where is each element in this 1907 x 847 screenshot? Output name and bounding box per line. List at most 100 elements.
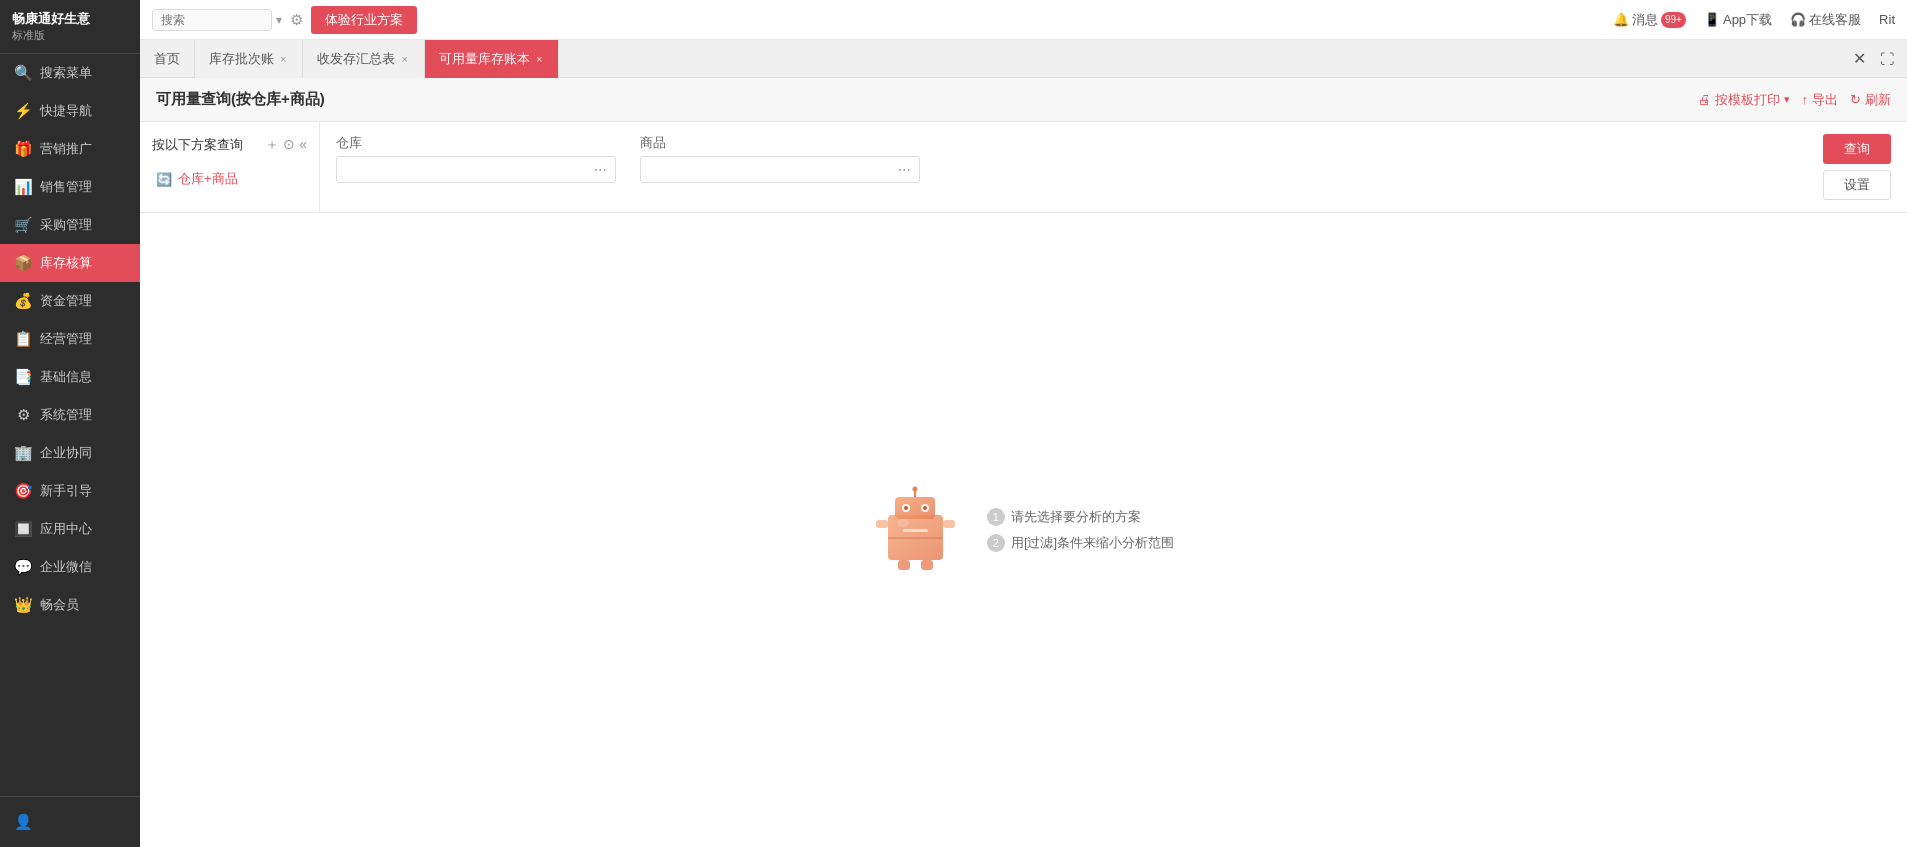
topbar: ▾ ⚙ 体验行业方案 🔔 消息 99+ 📱 App下载 🎧 在线客服 Rit (140, 0, 1907, 40)
tab-receive-summary[interactable]: 收发存汇总表 × (303, 40, 424, 78)
trial-button[interactable]: 体验行业方案 (311, 6, 417, 34)
collapse-icon[interactable]: « (299, 136, 307, 154)
query-fields: 仓库 ··· 商品 ··· (320, 122, 1807, 212)
svg-rect-9 (888, 537, 943, 539)
add-scheme-icon[interactable]: ＋ (265, 136, 279, 154)
topbar-online-service[interactable]: 🎧 在线客服 (1790, 11, 1861, 29)
main-area: ▾ ⚙ 体验行业方案 🔔 消息 99+ 📱 App下载 🎧 在线客服 Rit 首… (140, 0, 1907, 847)
topbar-app-download[interactable]: 📱 App下载 (1704, 11, 1772, 29)
user-icon: 👤 (14, 813, 32, 831)
svg-rect-12 (876, 520, 888, 528)
search-icon: 🔍 (14, 64, 32, 82)
sidebar-item-sales[interactable]: 📊 销售管理 (0, 168, 140, 206)
settings-button[interactable]: 设置 (1823, 170, 1891, 200)
sidebar-item-label: 系统管理 (40, 406, 92, 424)
crown-icon: 👑 (14, 596, 32, 614)
svg-rect-11 (921, 560, 933, 570)
tab-available-ledger[interactable]: 可用量库存账本 × (425, 40, 559, 78)
tab-close-icon[interactable]: × (534, 52, 544, 66)
svg-rect-13 (943, 520, 955, 528)
scheme-item-warehouse-product[interactable]: 🔄 仓库+商品 (140, 162, 319, 196)
sidebar-item-label: 畅会员 (40, 596, 79, 614)
sidebar-menu: 🔍 搜索菜单 ⚡ 快捷导航 🎁 营销推广 📊 销售管理 🛒 采购管理 📦 库存核… (0, 54, 140, 796)
sidebar-item-label: 企业协同 (40, 444, 92, 462)
sidebar-item-inventory[interactable]: 📦 库存核算 (0, 244, 140, 282)
tip-text-1: 请先选择要分析的方案 (1011, 508, 1141, 526)
sidebar-item-search[interactable]: 🔍 搜索菜单 (0, 54, 140, 92)
refresh-button[interactable]: ↻ 刷新 (1850, 91, 1891, 109)
warehouse-dots-icon[interactable]: ··· (586, 161, 615, 179)
topbar-search-input[interactable] (152, 9, 272, 31)
print-button[interactable]: 🖨 按模板打印 ▾ (1698, 91, 1790, 109)
topbar-gear-icon[interactable]: ⚙ (290, 11, 303, 29)
tabs-right-actions: ✕ ⛶ (1847, 47, 1907, 71)
svg-rect-8 (903, 529, 928, 532)
export-icon: ↑ (1802, 92, 1809, 107)
empty-state: 1 请先选择要分析的方案 2 用[过滤]条件来缩小分析范围 (140, 213, 1907, 847)
sidebar-item-system[interactable]: ⚙ 系统管理 (0, 396, 140, 434)
warehouse-input[interactable] (337, 157, 586, 182)
topbar-message[interactable]: 🔔 消息 99+ (1613, 11, 1686, 29)
sidebar-item-app-center[interactable]: 🔲 应用中心 (0, 510, 140, 548)
tab-close-icon[interactable]: × (278, 52, 288, 66)
sidebar-item-basic-info[interactable]: 📑 基础信息 (0, 358, 140, 396)
sidebar-item-label: 销售管理 (40, 178, 92, 196)
print-label: 按模板打印 (1715, 91, 1780, 109)
sidebar-item-member[interactable]: 👑 畅会员 (0, 586, 140, 624)
tab-close-icon[interactable]: × (399, 52, 409, 66)
message-badge: 99+ (1661, 12, 1686, 28)
sidebar-item-label: 营销推广 (40, 140, 92, 158)
box-icon: 📦 (14, 254, 32, 272)
product-label: 商品 (640, 134, 920, 152)
query-field-product: 商品 ··· (640, 134, 920, 183)
tab-home-label: 首页 (154, 50, 180, 68)
content-area: 可用量查询(按仓库+商品) 🖨 按模板打印 ▾ ↑ 导出 ↻ 刷新 (140, 78, 1907, 847)
bell-icon: 🔔 (1613, 12, 1629, 27)
page-actions: 🖨 按模板打印 ▾ ↑ 导出 ↻ 刷新 (1698, 91, 1892, 109)
sidebar-item-enterprise[interactable]: 🏢 企业协同 (0, 434, 140, 472)
query-sidebar-title: 按以下方案查询 (152, 136, 243, 154)
chevron-down-icon[interactable]: ▾ (276, 13, 282, 27)
clipboard-icon: 📋 (14, 330, 32, 348)
warehouse-input-wrap: ··· (336, 156, 616, 183)
sidebar-item-operations[interactable]: 📋 经营管理 (0, 320, 140, 358)
chevron-down-icon: ▾ (1784, 93, 1790, 106)
window-close-button[interactable]: ✕ (1847, 47, 1871, 71)
export-button[interactable]: ↑ 导出 (1802, 91, 1839, 109)
svg-point-4 (904, 506, 908, 510)
tab-home[interactable]: 首页 (140, 40, 195, 78)
sidebar-bottom-item[interactable]: 👤 (0, 805, 140, 839)
svg-rect-10 (898, 560, 910, 570)
tip-text-2: 用[过滤]条件来缩小分析范围 (1011, 534, 1174, 552)
tab-batch-ledger[interactable]: 库存批次账 × (195, 40, 303, 78)
sidebar-item-guide[interactable]: 🎯 新手引导 (0, 472, 140, 510)
building-icon: 🏢 (14, 444, 32, 462)
svg-point-14 (897, 519, 909, 527)
window-expand-button[interactable]: ⛶ (1875, 47, 1899, 71)
empty-tips: 1 请先选择要分析的方案 2 用[过滤]条件来缩小分析范围 (987, 508, 1174, 552)
topbar-username[interactable]: Rit (1879, 12, 1895, 27)
sidebar-item-label: 应用中心 (40, 520, 92, 538)
query-button[interactable]: 查询 (1823, 134, 1891, 164)
query-panel: 按以下方案查询 ＋ ⊙ « 🔄 仓库+商品 仓库 (140, 122, 1907, 213)
sidebar-item-marketing[interactable]: 🎁 营销推广 (0, 130, 140, 168)
query-sidebar-header: 按以下方案查询 ＋ ⊙ « (140, 132, 319, 158)
sidebar-item-purchase[interactable]: 🛒 采购管理 (0, 206, 140, 244)
sidebar-item-wechat[interactable]: 💬 企业微信 (0, 548, 140, 586)
product-dots-icon[interactable]: ··· (890, 161, 919, 179)
sidebar: 畅康通好生意 标准版 🔍 搜索菜单 ⚡ 快捷导航 🎁 营销推广 📊 销售管理 🛒… (0, 0, 140, 847)
settings-scheme-icon[interactable]: ⊙ (283, 136, 295, 154)
mobile-icon: 📱 (1704, 12, 1720, 27)
warehouse-label: 仓库 (336, 134, 616, 152)
app-edition: 标准版 (12, 28, 128, 43)
empty-robot-icon (873, 485, 963, 575)
target-icon: 🎯 (14, 482, 32, 500)
sidebar-item-finance[interactable]: 💰 资金管理 (0, 282, 140, 320)
product-input[interactable] (641, 157, 890, 182)
export-label: 导出 (1812, 91, 1838, 109)
chat-icon: 💬 (14, 558, 32, 576)
page-header: 可用量查询(按仓库+商品) 🖨 按模板打印 ▾ ↑ 导出 ↻ 刷新 (140, 78, 1907, 122)
svg-point-7 (912, 487, 917, 492)
sidebar-item-quick-nav[interactable]: ⚡ 快捷导航 (0, 92, 140, 130)
sidebar-item-label: 企业微信 (40, 558, 92, 576)
